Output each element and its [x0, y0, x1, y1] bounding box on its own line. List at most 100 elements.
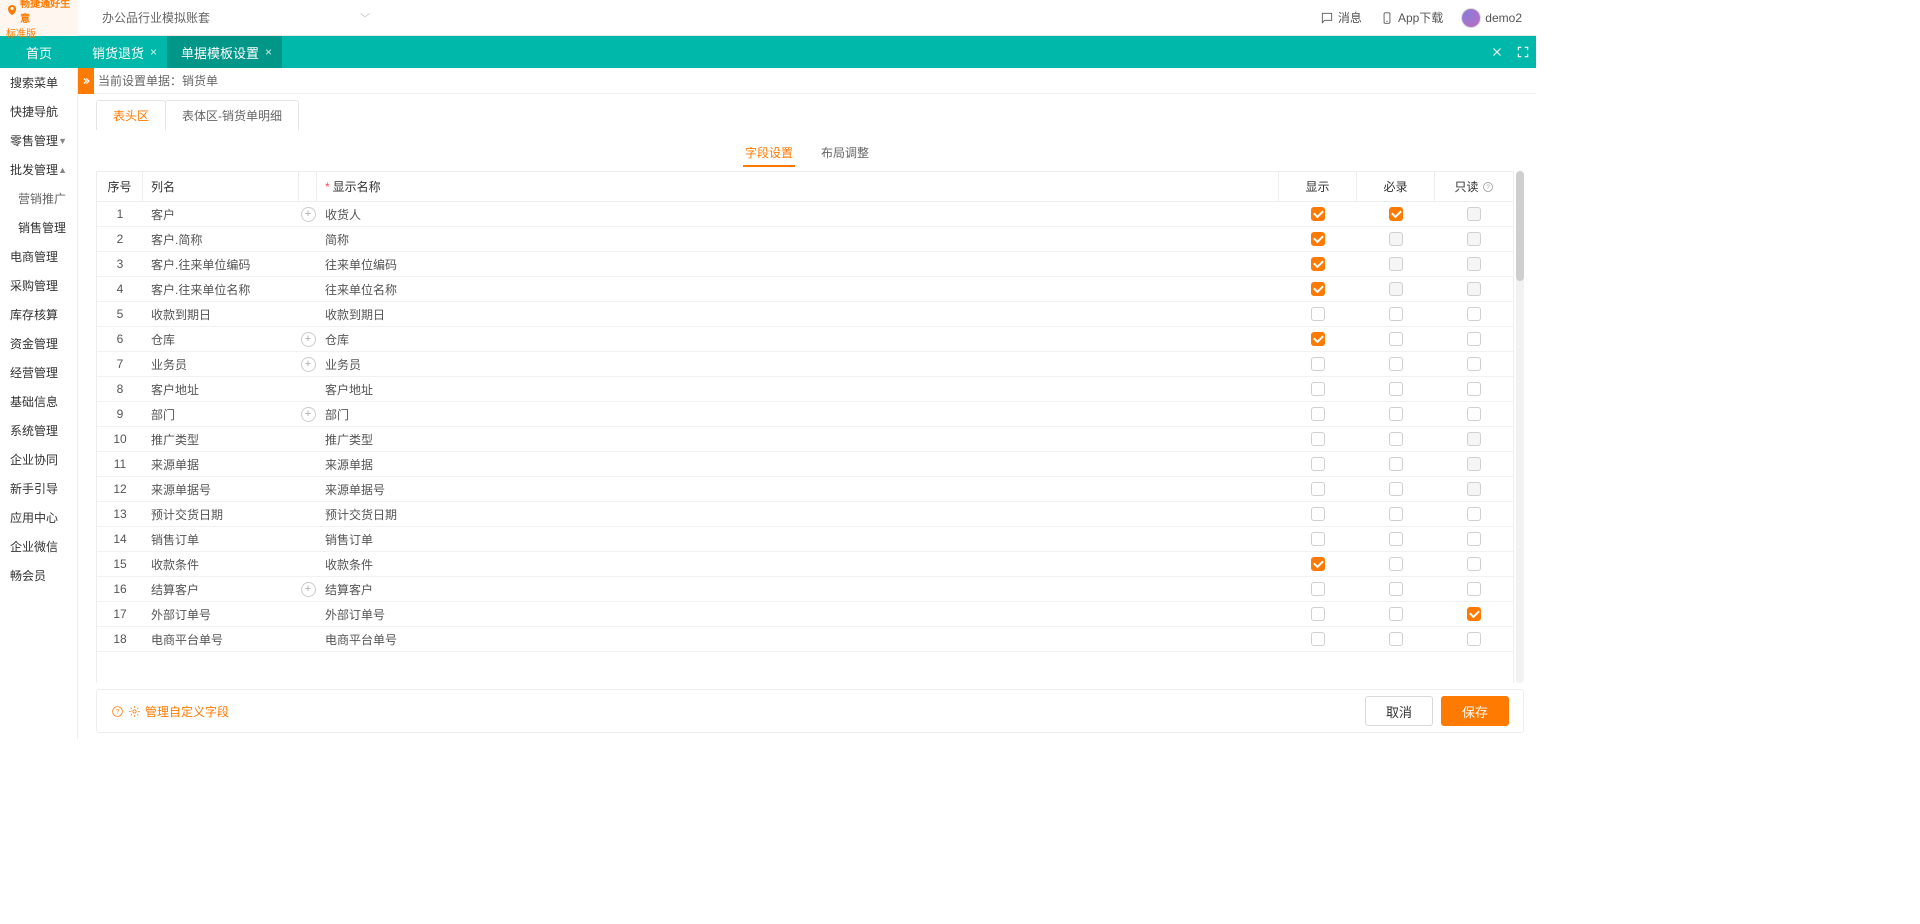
sidebar-item-1[interactable]: 快捷导航	[0, 97, 77, 126]
checkbox-required[interactable]	[1389, 207, 1403, 221]
checkbox-readonly[interactable]	[1467, 407, 1481, 421]
checkbox-show[interactable]	[1311, 457, 1325, 471]
checkbox-required[interactable]	[1389, 532, 1403, 546]
display-name-cell[interactable]: 电商平台单号	[317, 627, 1279, 651]
sidebar-item-15[interactable]: 畅会员	[0, 561, 77, 590]
display-name-cell[interactable]: 销售订单	[317, 527, 1279, 551]
checkbox-show[interactable]	[1311, 407, 1325, 421]
display-name-cell[interactable]: 往来单位名称	[317, 277, 1279, 301]
close-icon[interactable]: ×	[150, 45, 157, 59]
sidebar-item-10[interactable]: 系统管理	[0, 416, 77, 445]
tab-home[interactable]: 首页	[0, 36, 78, 68]
checkbox-show[interactable]	[1311, 382, 1325, 396]
sidebar-item-13[interactable]: 应用中心	[0, 503, 77, 532]
section-tab-1[interactable]: 表体区-销货单明细	[165, 100, 299, 130]
display-name-cell[interactable]: 收货人	[317, 202, 1279, 226]
sidebar-item-7[interactable]: 资金管理	[0, 329, 77, 358]
display-name-cell[interactable]: 收款条件	[317, 552, 1279, 576]
display-name-cell[interactable]: 收款到期日	[317, 302, 1279, 326]
checkbox-show[interactable]	[1311, 207, 1325, 221]
user-menu[interactable]: demo2	[1461, 8, 1522, 28]
display-name-cell[interactable]: 预计交货日期	[317, 502, 1279, 526]
help-icon[interactable]: ?	[1482, 181, 1494, 193]
vertical-scrollbar[interactable]	[1516, 171, 1524, 683]
sidebar-item-5[interactable]: 采购管理	[0, 271, 77, 300]
checkbox-show[interactable]	[1311, 532, 1325, 546]
display-name-cell[interactable]: 客户地址	[317, 377, 1279, 401]
checkbox-required[interactable]	[1389, 307, 1403, 321]
sidebar-item-12[interactable]: 新手引导	[0, 474, 77, 503]
checkbox-show[interactable]	[1311, 257, 1325, 271]
sidebar-item-3[interactable]: 批发管理▲	[0, 155, 77, 184]
display-name-cell[interactable]: 简称	[317, 227, 1279, 251]
expand-button[interactable]: +	[301, 207, 316, 222]
scrollbar-thumb[interactable]	[1516, 171, 1524, 281]
sidebar-item-4[interactable]: 电商管理	[0, 242, 77, 271]
checkbox-show[interactable]	[1311, 232, 1325, 246]
checkbox-required[interactable]	[1389, 382, 1403, 396]
sub-tab-1[interactable]: 布局调整	[819, 140, 871, 167]
checkbox-readonly[interactable]	[1467, 332, 1481, 346]
checkbox-show[interactable]	[1311, 282, 1325, 296]
sub-tab-0[interactable]: 字段设置	[743, 140, 795, 167]
checkbox-required[interactable]	[1389, 457, 1403, 471]
checkbox-required[interactable]	[1389, 507, 1403, 521]
sidebar-item-14[interactable]: 企业微信	[0, 532, 77, 561]
cancel-button[interactable]: 取消	[1365, 696, 1433, 726]
checkbox-show[interactable]	[1311, 632, 1325, 646]
sidebar-item-8[interactable]: 经营管理	[0, 358, 77, 387]
display-name-cell[interactable]: 来源单据号	[317, 477, 1279, 501]
sidebar-item-11[interactable]: 企业协同	[0, 445, 77, 474]
checkbox-show[interactable]	[1311, 357, 1325, 371]
checkbox-required[interactable]	[1389, 557, 1403, 571]
messages-button[interactable]: 消息	[1320, 9, 1362, 26]
sidebar-item-9[interactable]: 基础信息	[0, 387, 77, 416]
expand-button[interactable]: +	[301, 407, 316, 422]
display-name-cell[interactable]: 外部订单号	[317, 602, 1279, 626]
sidebar-item-6[interactable]: 库存核算	[0, 300, 77, 329]
checkbox-readonly[interactable]	[1467, 507, 1481, 521]
manage-custom-fields-link[interactable]: ? 管理自定义字段	[111, 703, 229, 720]
fullscreen-button[interactable]	[1510, 36, 1536, 68]
display-name-cell[interactable]: 部门	[317, 402, 1279, 426]
tab-0[interactable]: 销货退货×	[78, 36, 167, 68]
checkbox-readonly[interactable]	[1467, 357, 1481, 371]
display-name-cell[interactable]: 结算客户	[317, 577, 1279, 601]
checkbox-readonly[interactable]	[1467, 632, 1481, 646]
expand-button[interactable]: +	[301, 357, 316, 372]
sidebar-subitem-3-0[interactable]: 营销推广	[0, 184, 77, 213]
expand-button[interactable]: +	[301, 332, 316, 347]
save-button[interactable]: 保存	[1441, 696, 1509, 726]
checkbox-readonly[interactable]	[1467, 532, 1481, 546]
sidebar-item-0[interactable]: 搜索菜单	[0, 68, 77, 97]
checkbox-required[interactable]	[1389, 482, 1403, 496]
sidebar-subitem-3-1[interactable]: 销售管理	[0, 213, 77, 242]
expand-button[interactable]: +	[301, 582, 316, 597]
section-tab-0[interactable]: 表头区	[96, 100, 166, 130]
checkbox-show[interactable]	[1311, 507, 1325, 521]
app-download-button[interactable]: App下载	[1380, 9, 1443, 26]
checkbox-required[interactable]	[1389, 582, 1403, 596]
checkbox-required[interactable]	[1389, 332, 1403, 346]
close-all-tabs-button[interactable]	[1484, 36, 1510, 68]
checkbox-readonly[interactable]	[1467, 582, 1481, 596]
collapse-context-button[interactable]	[78, 68, 94, 94]
display-name-cell[interactable]: 往来单位编码	[317, 252, 1279, 276]
checkbox-required[interactable]	[1389, 407, 1403, 421]
checkbox-show[interactable]	[1311, 482, 1325, 496]
checkbox-show[interactable]	[1311, 307, 1325, 321]
close-icon[interactable]: ×	[265, 45, 272, 59]
checkbox-required[interactable]	[1389, 607, 1403, 621]
checkbox-show[interactable]	[1311, 582, 1325, 596]
checkbox-required[interactable]	[1389, 432, 1403, 446]
display-name-cell[interactable]: 仓库	[317, 327, 1279, 351]
checkbox-readonly[interactable]	[1467, 607, 1481, 621]
checkbox-show[interactable]	[1311, 607, 1325, 621]
checkbox-required[interactable]	[1389, 632, 1403, 646]
display-name-cell[interactable]: 业务员	[317, 352, 1279, 376]
display-name-cell[interactable]: 来源单据	[317, 452, 1279, 476]
checkbox-show[interactable]	[1311, 557, 1325, 571]
tab-1[interactable]: 单据模板设置×	[167, 36, 282, 68]
checkbox-required[interactable]	[1389, 357, 1403, 371]
checkbox-readonly[interactable]	[1467, 307, 1481, 321]
